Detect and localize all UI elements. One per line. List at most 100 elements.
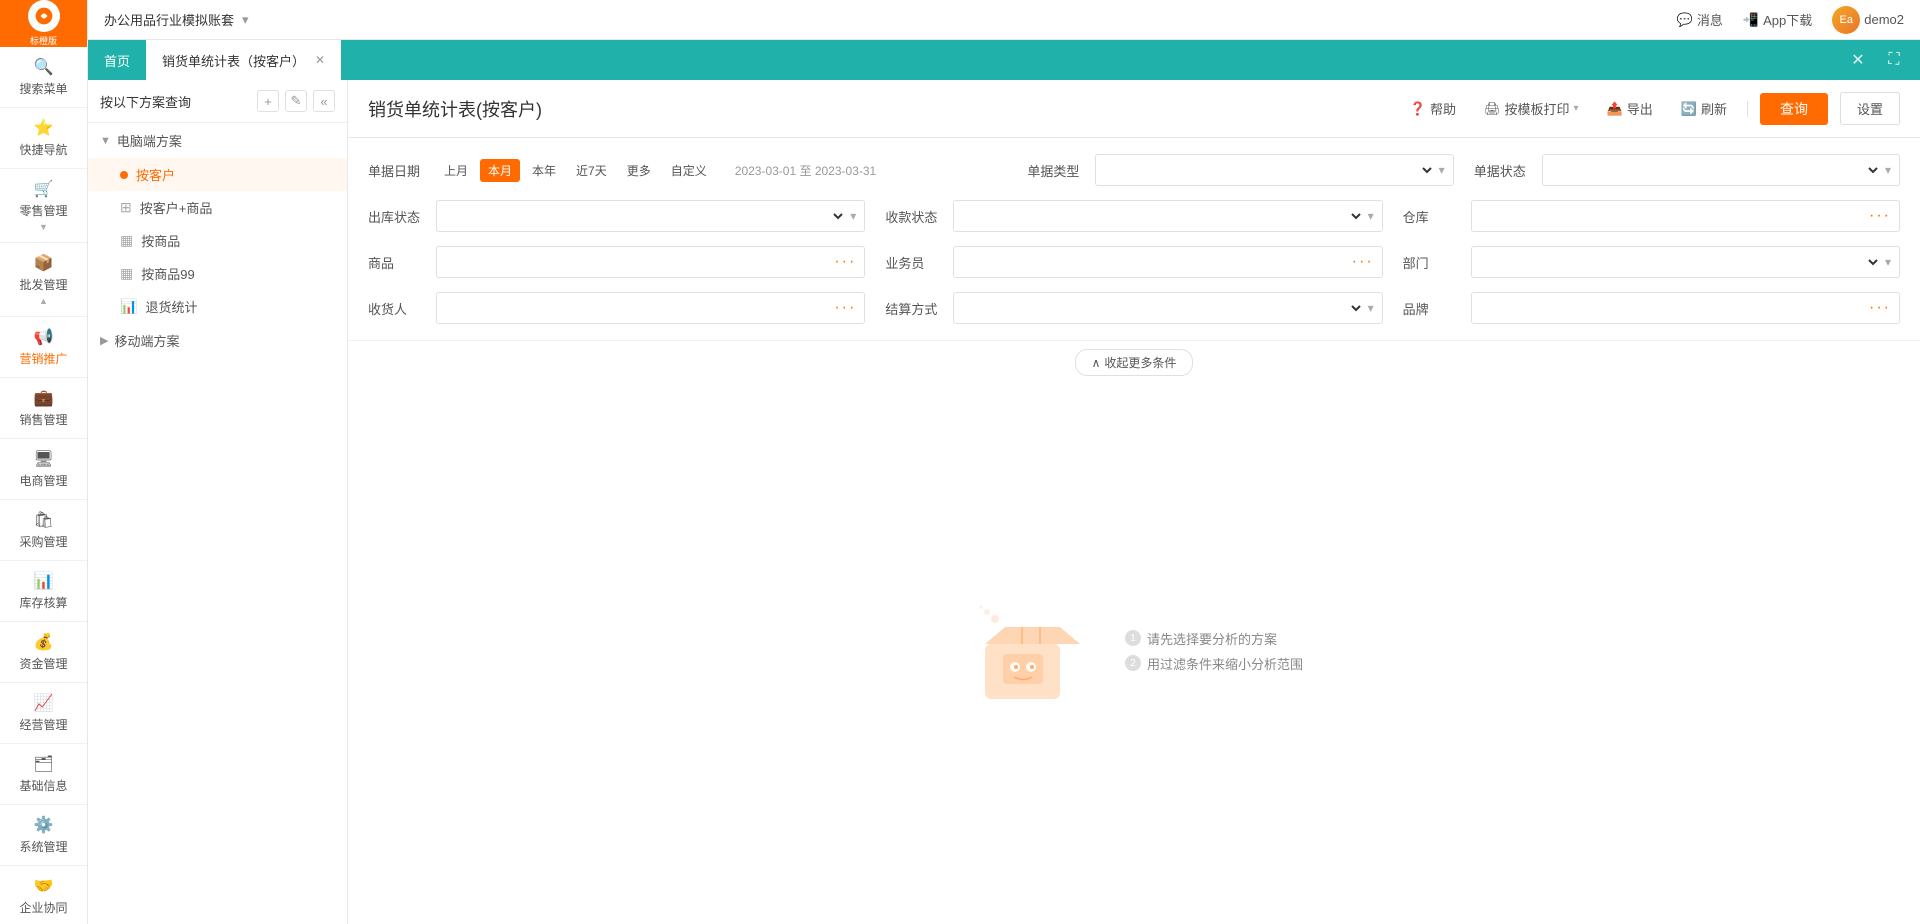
- username-label: demo2: [1864, 12, 1904, 27]
- warehouse-dots-btn[interactable]: ···: [1869, 207, 1891, 225]
- sidebar-item-inventory[interactable]: 📊 库存核算: [0, 561, 88, 622]
- scheme-item-return-stat[interactable]: 📊 退货统计: [88, 290, 347, 323]
- scheme-item-by-customer-product[interactable]: ⊞ 按客户+商品: [88, 191, 347, 224]
- date-tab-this-month[interactable]: 本月: [480, 159, 520, 182]
- order-status-input[interactable]: ▾: [1542, 154, 1900, 186]
- sidebar-item-basic[interactable]: 🗂 基础信息: [0, 744, 88, 805]
- scheme-group-mobile[interactable]: ▶ 移动端方案: [88, 323, 347, 358]
- payment-status-input[interactable]: ▾: [953, 200, 1382, 232]
- marketing-icon: 📢: [34, 327, 54, 347]
- product-dots-btn[interactable]: ···: [834, 253, 856, 271]
- user-profile-btn[interactable]: Ea demo2: [1832, 6, 1904, 34]
- query-panel-title: 按以下方案查询: [100, 92, 191, 111]
- sidebar-item-sales[interactable]: 💼 销售管理: [0, 378, 88, 439]
- sidebar-item-quick-nav[interactable]: ⭐ 快捷导航: [0, 108, 88, 169]
- date-tab-last-month[interactable]: 上月: [436, 159, 476, 182]
- tab-close-all-btn[interactable]: ✕: [1844, 46, 1872, 74]
- header-title: 办公用品行业模拟账套: [104, 10, 234, 29]
- template-print-dropdown-icon[interactable]: ▾: [1574, 103, 1579, 114]
- tab-home[interactable]: 首页: [88, 40, 146, 80]
- payment-status-select[interactable]: [962, 208, 1363, 225]
- tab-maximize-btn[interactable]: ⛶: [1880, 46, 1908, 74]
- payment-status-dropdown-icon: ▾: [1368, 209, 1374, 223]
- retail-icon: 🛒: [34, 179, 54, 199]
- avatar: Ea: [1832, 6, 1860, 34]
- sidebar-item-purchase[interactable]: 🛍 采购管理: [0, 500, 88, 561]
- out-status-dropdown-icon: ▾: [850, 209, 856, 223]
- help-icon: ❓: [1410, 101, 1426, 117]
- content-area: 销货单统计表(按客户) ❓ 帮助 🖨 按模板打印 ▾ 📤: [348, 80, 1920, 924]
- enterprise-icon: 🤝: [34, 876, 54, 896]
- sidebar-item-system[interactable]: ⚙️ 系统管理: [0, 805, 88, 866]
- tip-num-1: 1: [1125, 630, 1141, 646]
- edit-scheme-btn[interactable]: ✎: [285, 90, 307, 112]
- export-label: 导出: [1627, 99, 1653, 118]
- out-status-select[interactable]: [445, 208, 846, 225]
- header-dropdown-icon[interactable]: ▾: [242, 12, 249, 28]
- receiver-input[interactable]: ···: [436, 292, 865, 324]
- help-label: 帮助: [1430, 99, 1456, 118]
- query-btn[interactable]: 查询: [1760, 93, 1828, 125]
- scheme-section-desktop: ▼ 电脑端方案 按客户 ⊞ 按客户+商品 ▦ 按商品 ▦ 按商品99: [88, 123, 347, 323]
- collapse-icon: «: [320, 94, 327, 109]
- product-label: 商品: [368, 253, 428, 272]
- print-icon: 🖨: [1484, 101, 1501, 117]
- scheme-item-by-product[interactable]: ▦ 按商品: [88, 224, 347, 257]
- collapse-conditions-btn[interactable]: ∧ 收起更多条件: [1075, 349, 1194, 376]
- help-btn[interactable]: ❓ 帮助: [1402, 95, 1464, 122]
- order-type-input[interactable]: ▾: [1095, 154, 1453, 186]
- order-status-select[interactable]: [1551, 162, 1881, 179]
- sidebar-item-inventory-label: 库存核算: [19, 594, 67, 611]
- settlement-input[interactable]: ▾: [953, 292, 1382, 324]
- sidebar-item-wholesale[interactable]: 📦 批发管理 ▲: [0, 243, 88, 317]
- tab-sales-stat[interactable]: 销货单统计表（按客户） ✕: [146, 40, 341, 80]
- tab-home-label: 首页: [104, 51, 130, 70]
- salesperson-dots-btn[interactable]: ···: [1352, 253, 1374, 271]
- sidebar-item-marketing[interactable]: 📢 营销推广: [0, 317, 88, 378]
- settings-btn[interactable]: 设置: [1840, 92, 1900, 125]
- filter-salesperson-field: 业务员 ···: [885, 246, 1382, 278]
- payment-status-label: 收款状态: [885, 207, 945, 226]
- export-btn[interactable]: 📤 导出: [1599, 95, 1661, 122]
- sidebar-item-purchase-label: 采购管理: [19, 533, 67, 550]
- sidebar-item-ecommerce[interactable]: 🖥 电商管理: [0, 439, 88, 500]
- department-select[interactable]: [1480, 254, 1881, 271]
- message-icon: 💬: [1677, 12, 1693, 28]
- add-scheme-btn[interactable]: +: [257, 90, 279, 112]
- refresh-btn[interactable]: 🔄 刷新: [1673, 95, 1735, 122]
- receiver-dots-btn[interactable]: ···: [834, 299, 856, 317]
- sidebar-item-finance[interactable]: 💰 资金管理: [0, 622, 88, 683]
- filter-receiver-field: 收货人 ···: [368, 292, 865, 324]
- date-tab-custom[interactable]: 自定义: [663, 159, 715, 182]
- scheme-item-by-product-99[interactable]: ▦ 按商品99: [88, 257, 347, 290]
- app-download-btn[interactable]: 📲 App下载: [1743, 10, 1812, 29]
- template-print-btn[interactable]: 🖨 按模板打印 ▾: [1476, 95, 1587, 122]
- out-status-input[interactable]: ▾: [436, 200, 865, 232]
- scheme-item-by-customer[interactable]: 按客户: [88, 158, 347, 191]
- date-tab-7days[interactable]: 近7天: [568, 159, 615, 182]
- order-type-label: 单据类型: [1027, 161, 1087, 180]
- salesperson-input[interactable]: ···: [953, 246, 1382, 278]
- date-tab-this-year[interactable]: 本年: [524, 159, 564, 182]
- sidebar-item-retail[interactable]: 🛒 零售管理 ▼: [0, 169, 88, 243]
- sidebar-item-search[interactable]: 🔍 搜索菜单: [0, 47, 88, 108]
- warehouse-input[interactable]: ···: [1471, 200, 1900, 232]
- date-tab-more[interactable]: 更多: [619, 159, 659, 182]
- action-divider: [1747, 101, 1748, 117]
- warehouse-label: 仓库: [1403, 207, 1463, 226]
- sidebar-item-operations[interactable]: 📈 经营管理: [0, 683, 88, 744]
- scheme-group-desktop[interactable]: ▼ 电脑端方案: [88, 123, 347, 158]
- sidebar-item-quick-nav-label: 快捷导航: [19, 141, 67, 158]
- tab-close-icon[interactable]: ✕: [315, 53, 325, 67]
- app-version-label: 标橙版: [30, 34, 57, 47]
- collapse-panel-btn[interactable]: «: [313, 90, 335, 112]
- basic-icon: 🗂: [33, 754, 53, 774]
- brand-input[interactable]: ···: [1471, 292, 1900, 324]
- sidebar-item-enterprise[interactable]: 🤝 企业协同: [0, 866, 88, 924]
- order-type-select[interactable]: [1104, 162, 1434, 179]
- settlement-select[interactable]: [962, 300, 1363, 317]
- product-input[interactable]: ···: [436, 246, 865, 278]
- department-input[interactable]: ▾: [1471, 246, 1900, 278]
- message-btn[interactable]: 💬 消息: [1677, 10, 1723, 29]
- brand-dots-btn[interactable]: ···: [1869, 299, 1891, 317]
